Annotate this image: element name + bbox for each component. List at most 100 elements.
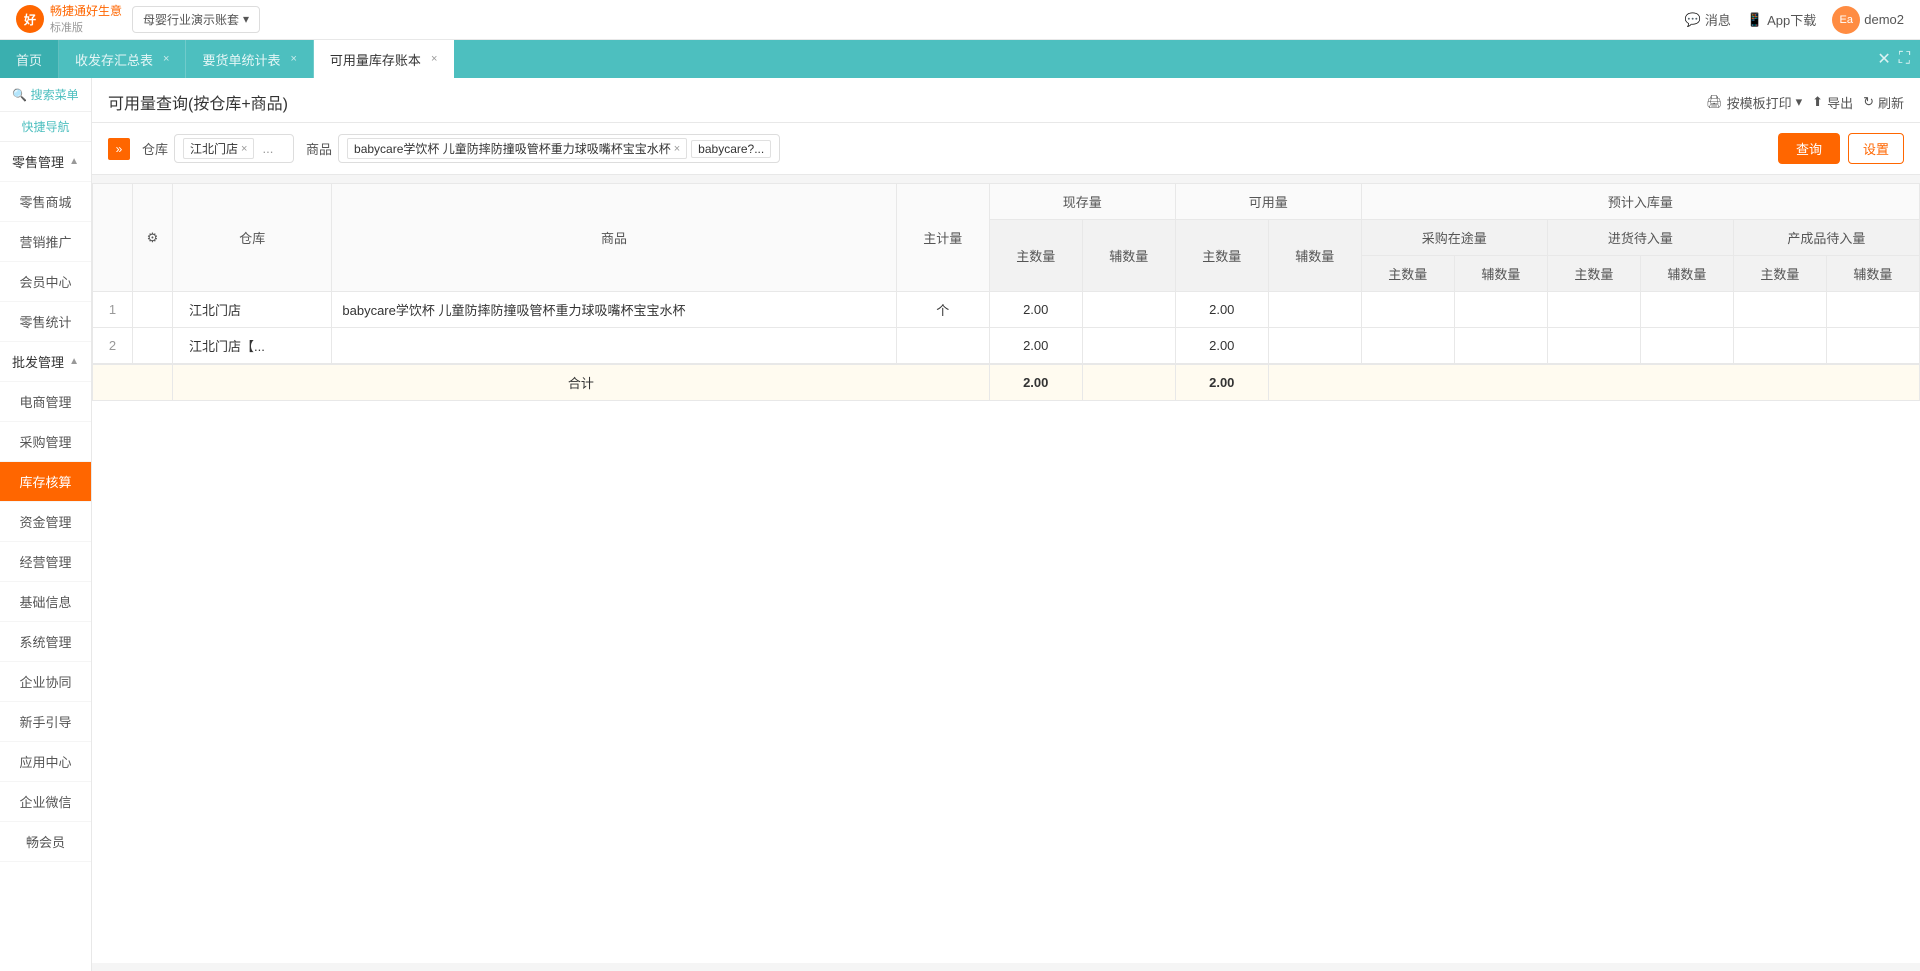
sidebar-label-system: 系统管理 <box>19 635 71 650</box>
sidebar-label-inventory-check: 库存核算 <box>19 475 71 490</box>
warehouse-filter: 仓库 江北门店 × ... <box>142 134 294 163</box>
sidebar-label-marketing: 营销推广 <box>19 235 71 250</box>
tenant-selector[interactable]: 母婴行业演示账套 ▾ <box>132 6 260 33</box>
tab-receipts-close[interactable]: × <box>163 53 169 65</box>
inventory-table: ⚙ 仓库 商品 主计量 现存量 <box>92 183 1920 401</box>
logo-area: 好 畅捷通好生意 标准版 <box>16 4 122 34</box>
th-current-stock: 现存量 <box>989 184 1175 220</box>
sidebar-item-purchase[interactable]: 采购管理 <box>0 422 91 462</box>
td-footer-rest <box>1268 364 1919 401</box>
sidebar-item-marketing[interactable]: 营销推广 <box>0 222 91 262</box>
refresh-button[interactable]: ↻ 刷新 <box>1863 93 1904 112</box>
td-prod-aux-2 <box>1826 328 1919 365</box>
td-current-main-2: 2.00 <box>989 328 1082 365</box>
sidebar-label-appcenter: 应用中心 <box>19 755 71 770</box>
setting-button[interactable]: 设置 <box>1848 133 1904 164</box>
filter-toggle-button[interactable]: » <box>108 138 130 160</box>
sidebar-item-retail-mgmt[interactable]: 零售管理 ▲ <box>0 142 91 182</box>
td-purchase-transit-main-1 <box>1361 292 1454 328</box>
filter-actions: 查询 设置 <box>1778 133 1904 164</box>
th-rownum <box>93 184 133 292</box>
td-avail-aux-1 <box>1268 292 1361 328</box>
sidebar-item-newguide[interactable]: 新手引导 <box>0 702 91 742</box>
tab-inventory-label: 可用量库存账本 <box>330 50 421 69</box>
td-settings-1 <box>133 292 173 328</box>
product-tag-1[interactable]: babycare学饮杯 儿童防摔防撞吸管杯重力球吸嘴杯宝宝水杯 × <box>347 138 687 159</box>
tab-inventory[interactable]: 可用量库存账本 × <box>314 40 454 78</box>
product-tag-2-text: babycare?... <box>698 142 764 156</box>
warehouse-tag-container[interactable]: 江北门店 × ... <box>174 134 294 163</box>
sidebar-item-member[interactable]: 会员中心 <box>0 262 91 302</box>
sidebar-item-enterprise[interactable]: 企业协同 <box>0 662 91 702</box>
td-rownum-1: 1 <box>93 292 133 328</box>
warehouse-tag-remove[interactable]: × <box>241 143 247 155</box>
page-title: 可用量查询(按仓库+商品) <box>108 90 288 114</box>
th-avail-aux: 辅数量 <box>1268 220 1361 292</box>
product-label: 商品 <box>306 139 332 158</box>
warehouse-tag[interactable]: 江北门店 × <box>183 138 254 159</box>
th-avail-main: 主数量 <box>1175 220 1268 292</box>
export-label: 导出 <box>1827 93 1853 112</box>
th-purchase-main: 主数量 <box>1361 256 1454 292</box>
product-tag-1-text: babycare学饮杯 儿童防摔防撞吸管杯重力球吸嘴杯宝宝水杯 <box>354 140 671 157</box>
sidebar-quick-nav[interactable]: 快捷导航 <box>0 112 91 142</box>
sidebar-item-finance[interactable]: 资金管理 <box>0 502 91 542</box>
message-label: 消息 <box>1705 10 1731 29</box>
tab-orders-close[interactable]: × <box>290 53 296 65</box>
query-button[interactable]: 查询 <box>1778 133 1840 164</box>
product-tag-2[interactable]: babycare?... <box>691 140 771 158</box>
table-container: ⚙ 仓库 商品 主计量 现存量 <box>92 183 1920 963</box>
app-download-button[interactable]: 📱 App下载 <box>1747 10 1816 29</box>
sidebar-search[interactable]: 🔍 搜索菜单 <box>0 78 91 112</box>
user-profile[interactable]: Ea demo2 <box>1832 6 1904 34</box>
logo-texts: 畅捷通好生意 标准版 <box>50 4 122 34</box>
content-area: 可用量查询(按仓库+商品) 🖨 按模板打印 ▾ ⬆ 导出 ↻ 刷新 <box>92 78 1920 971</box>
sidebar-item-wholesale-mgmt[interactable]: 批发管理 ▲ <box>0 342 91 382</box>
tenant-name: 母婴行业演示账套 <box>143 11 239 28</box>
td-inbound-main-2 <box>1547 328 1640 365</box>
td-purchase-transit-aux-2 <box>1454 328 1547 365</box>
close-window-icon[interactable]: ✕ <box>1877 49 1890 69</box>
sidebar-item-appcenter[interactable]: 应用中心 <box>0 742 91 782</box>
page-header-actions: 🖨 按模板打印 ▾ ⬆ 导出 ↻ 刷新 <box>1706 93 1904 112</box>
tab-receipts[interactable]: 收发存汇总表 × <box>59 40 186 78</box>
sidebar-label-wechat: 企业微信 <box>19 795 71 810</box>
dropdown-icon: ▾ <box>1796 94 1803 110</box>
main-layout: 🔍 搜索菜单 快捷导航 零售管理 ▲ 零售商城 营销推广 会员中心 零售统计 批… <box>0 78 1920 971</box>
template-print-button[interactable]: 🖨 按模板打印 ▾ <box>1706 93 1802 112</box>
product-tag-1-remove[interactable]: × <box>674 143 680 155</box>
template-print-label: 按模板打印 <box>1727 93 1792 112</box>
chevron-down-icon: ▾ <box>243 12 249 26</box>
sidebar-label-basics: 基础信息 <box>19 595 71 610</box>
sidebar-item-system[interactable]: 系统管理 <box>0 622 91 662</box>
sidebar-item-member2[interactable]: 畅会员 <box>0 822 91 862</box>
username: demo2 <box>1864 12 1904 27</box>
sidebar-item-basics[interactable]: 基础信息 <box>0 582 91 622</box>
sidebar-item-inventory-check[interactable]: 库存核算 <box>0 462 91 502</box>
filter-area: » 仓库 江北门店 × ... 商品 babycare学饮杯 儿童防摔防撞吸管杯… <box>92 123 1920 175</box>
top-bar-left: 好 畅捷通好生意 标准版 母婴行业演示账套 ▾ <box>16 4 260 34</box>
td-avail-main-2: 2.00 <box>1175 328 1268 365</box>
product-tag-container[interactable]: babycare学饮杯 儿童防摔防撞吸管杯重力球吸嘴杯宝宝水杯 × babyca… <box>338 134 780 163</box>
tab-home[interactable]: 首页 <box>0 40 59 78</box>
sidebar-item-wechat[interactable]: 企业微信 <box>0 782 91 822</box>
sidebar-item-retail-stats[interactable]: 零售统计 <box>0 302 91 342</box>
td-footer-label: 合计 <box>173 364 990 401</box>
message-button[interactable]: 💬 消息 <box>1685 10 1731 29</box>
th-prod-aux: 辅数量 <box>1826 256 1919 292</box>
maximize-icon[interactable]: ⛶ <box>1899 50 1910 68</box>
sidebar-item-ecommerce[interactable]: 电商管理 <box>0 382 91 422</box>
td-current-aux-2 <box>1082 328 1175 365</box>
sidebar-label-operations: 经营管理 <box>19 555 71 570</box>
tab-receipts-label: 收发存汇总表 <box>75 50 153 69</box>
tab-inventory-close[interactable]: × <box>431 53 437 65</box>
sidebar-item-operations[interactable]: 经营管理 <box>0 542 91 582</box>
sidebar-item-retail-mall[interactable]: 零售商城 <box>0 182 91 222</box>
warehouse-more-icon[interactable]: ... <box>262 141 273 156</box>
export-button[interactable]: ⬆ 导出 <box>1812 93 1853 112</box>
td-warehouse-2: 江北门店【... <box>173 328 332 365</box>
td-warehouse-1: 江北门店 <box>173 292 332 328</box>
tab-orders[interactable]: 要货单统计表 × <box>186 40 313 78</box>
th-settings[interactable]: ⚙ <box>133 184 173 292</box>
th-forecast-inbound: 预计入库量 <box>1361 184 1919 220</box>
